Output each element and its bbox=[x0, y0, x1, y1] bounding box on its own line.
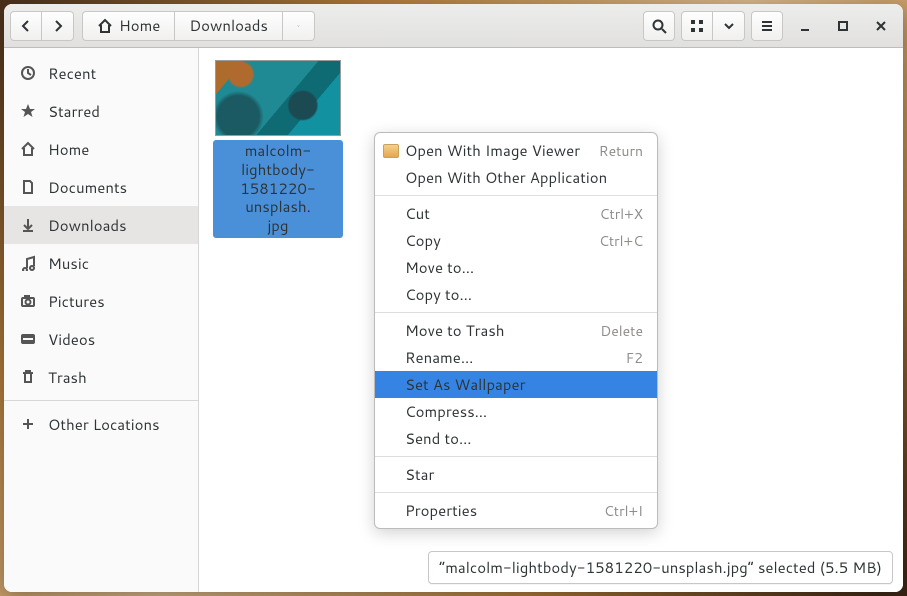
status-bar: “malcolm-lightbody-1581220-unsplash.jpg”… bbox=[428, 551, 893, 584]
grid-icon bbox=[689, 18, 705, 34]
sidebar-item-label: Recent bbox=[48, 63, 96, 84]
menu-separator bbox=[375, 456, 657, 457]
sidebar-item-label: Trash bbox=[48, 367, 87, 388]
minimize-button[interactable] bbox=[789, 11, 821, 41]
sidebar-item-label: Home bbox=[48, 139, 89, 160]
status-text: “malcolm-lightbody-1581220-unsplash.jpg”… bbox=[439, 557, 882, 578]
pathbar-current[interactable]: Downloads bbox=[175, 11, 283, 41]
sidebar-item-videos[interactable]: Videos bbox=[4, 320, 198, 358]
file-thumbnail bbox=[215, 60, 341, 136]
video-icon bbox=[20, 331, 36, 347]
nav-group bbox=[10, 11, 74, 41]
sidebar-item-starred[interactable]: Starred bbox=[4, 92, 198, 130]
menu-separator bbox=[375, 492, 657, 493]
file-manager-window: Home Downloads bbox=[4, 4, 903, 592]
menu-separator bbox=[375, 312, 657, 313]
sidebar-item-label: Documents bbox=[48, 177, 127, 198]
menu-move-to-trash[interactable]: Move to Trash Delete bbox=[375, 317, 657, 344]
menu-copy-to[interactable]: Copy to… bbox=[375, 281, 657, 308]
chevron-right-icon bbox=[50, 18, 66, 34]
menu-properties[interactable]: Properties Ctrl+I bbox=[375, 497, 657, 524]
file-item[interactable]: malcolm-lightbody- 1581220-unsplash. jpg bbox=[213, 60, 343, 238]
hamburger-menu-button[interactable] bbox=[751, 11, 783, 41]
pathbar-dropdown[interactable] bbox=[283, 11, 315, 41]
menu-rename[interactable]: Rename… F2 bbox=[375, 344, 657, 371]
maximize-icon bbox=[835, 18, 851, 34]
sidebar-item-label: Downloads bbox=[48, 215, 127, 236]
clock-icon bbox=[20, 65, 36, 81]
icon-view-button[interactable] bbox=[681, 11, 713, 41]
sidebar-item-label: Videos bbox=[48, 329, 95, 350]
menu-move-to[interactable]: Move to… bbox=[375, 254, 657, 281]
home-icon bbox=[20, 141, 36, 157]
camera-icon bbox=[20, 293, 36, 309]
headerbar: Home Downloads bbox=[4, 4, 903, 48]
sidebar-item-label: Music bbox=[48, 253, 89, 274]
pathbar-home-label: Home bbox=[119, 15, 160, 36]
sidebar-item-recent[interactable]: Recent bbox=[4, 54, 198, 92]
maximize-button[interactable] bbox=[827, 11, 859, 41]
sidebar-item-music[interactable]: Music bbox=[4, 244, 198, 282]
menu-open-with-viewer[interactable]: Open With Image Viewer Return bbox=[375, 137, 657, 164]
sidebar-item-label: Other Locations bbox=[48, 414, 160, 435]
forward-button[interactable] bbox=[42, 11, 74, 41]
back-button[interactable] bbox=[10, 11, 42, 41]
download-icon bbox=[20, 217, 36, 233]
music-icon bbox=[20, 255, 36, 271]
context-menu: Open With Image Viewer Return Open With … bbox=[374, 132, 658, 529]
sidebar-item-pictures[interactable]: Pictures bbox=[4, 282, 198, 320]
pathbar-home[interactable]: Home bbox=[82, 11, 175, 41]
sidebar-item-other-locations[interactable]: Other Locations bbox=[4, 405, 198, 443]
menu-copy[interactable]: Copy Ctrl+C bbox=[375, 227, 657, 254]
file-name-label: malcolm-lightbody- 1581220-unsplash. jpg bbox=[213, 140, 343, 238]
sidebar-item-documents[interactable]: Documents bbox=[4, 168, 198, 206]
image-viewer-icon bbox=[383, 144, 399, 158]
menu-compress[interactable]: Compress… bbox=[375, 398, 657, 425]
search-button[interactable] bbox=[643, 11, 675, 41]
view-switcher-group bbox=[681, 11, 745, 41]
menu-send-to[interactable]: Send to… bbox=[375, 425, 657, 452]
path-bar: Home Downloads bbox=[82, 11, 315, 41]
menu-separator bbox=[375, 195, 657, 196]
sidebar-item-label: Pictures bbox=[48, 291, 105, 312]
trash-icon bbox=[20, 369, 36, 385]
minimize-icon bbox=[797, 18, 813, 34]
close-button[interactable] bbox=[865, 11, 897, 41]
menu-star[interactable]: Star bbox=[375, 461, 657, 488]
menu-open-with-other[interactable]: Open With Other Application bbox=[375, 164, 657, 191]
sidebar: Recent Starred Home Documents Downloads … bbox=[4, 48, 199, 592]
pathbar-current-label: Downloads bbox=[189, 15, 268, 36]
home-icon bbox=[97, 18, 113, 34]
sidebar-item-downloads[interactable]: Downloads bbox=[4, 206, 198, 244]
sidebar-item-label: Starred bbox=[48, 101, 100, 122]
sidebar-separator bbox=[4, 400, 198, 401]
search-icon bbox=[651, 18, 667, 34]
sidebar-item-trash[interactable]: Trash bbox=[4, 358, 198, 396]
view-dropdown-button[interactable] bbox=[713, 11, 745, 41]
caret-down-icon bbox=[721, 18, 737, 34]
caret-down-icon bbox=[297, 18, 300, 34]
menu-cut[interactable]: Cut Ctrl+X bbox=[375, 200, 657, 227]
star-icon bbox=[20, 103, 36, 119]
close-icon bbox=[873, 18, 889, 34]
chevron-left-icon bbox=[18, 18, 34, 34]
hamburger-icon bbox=[759, 18, 775, 34]
sidebar-item-home[interactable]: Home bbox=[4, 130, 198, 168]
document-icon bbox=[20, 179, 36, 195]
plus-icon bbox=[20, 416, 36, 432]
menu-set-as-wallpaper[interactable]: Set As Wallpaper bbox=[375, 371, 657, 398]
